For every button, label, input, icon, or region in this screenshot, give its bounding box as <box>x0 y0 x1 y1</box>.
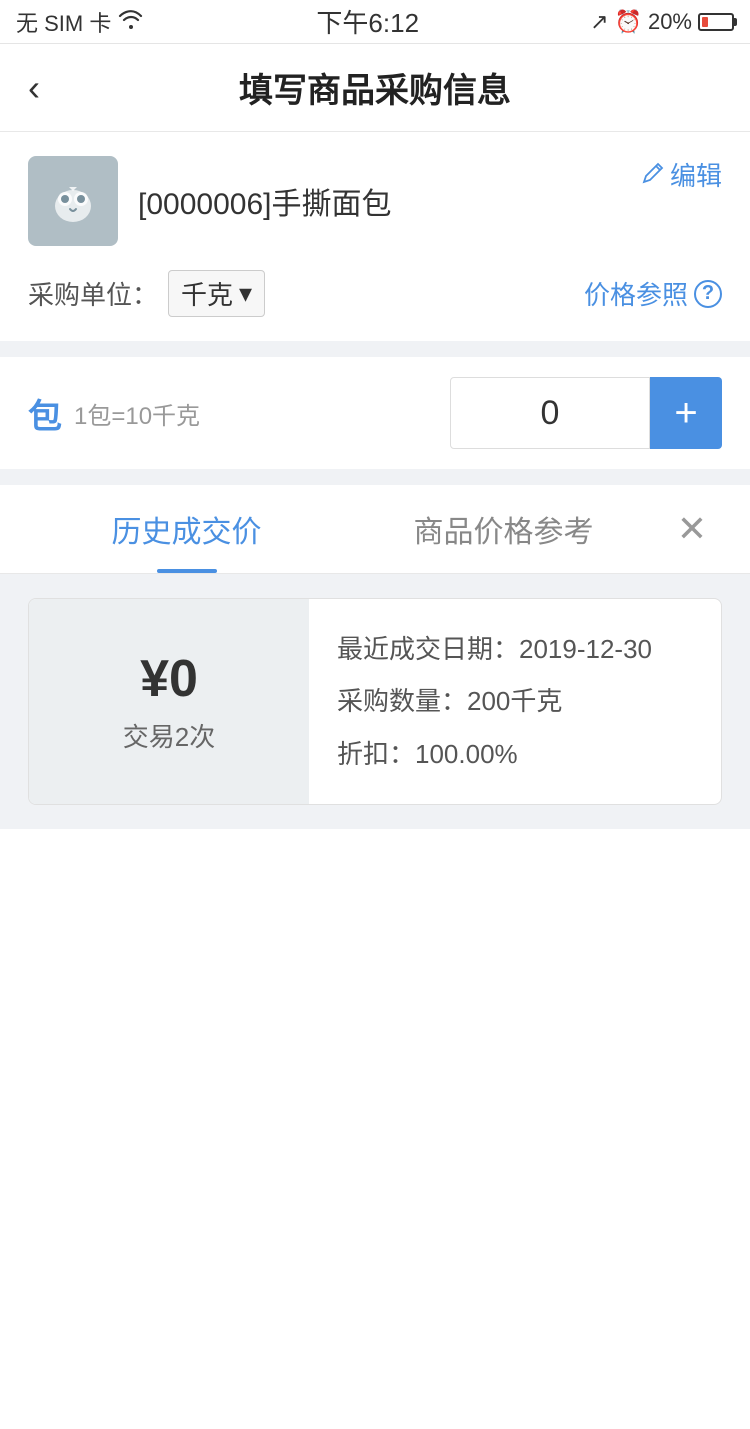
quantity-section: 包 1包=10千克 0 + <box>0 357 750 469</box>
dropdown-arrow-icon: ▾ <box>239 278 252 309</box>
history-last-date: 最近成交日期：2019-12-30 <box>337 631 693 667</box>
unit-value: 千克 <box>181 275 233 312</box>
page-title: 填写商品采购信息 <box>239 63 511 112</box>
nav-bar: ‹ 填写商品采购信息 <box>0 44 750 132</box>
edit-label: 编辑 <box>670 156 722 193</box>
unit-desc: 1包=10千克 <box>74 396 200 431</box>
history-detail-panel: 最近成交日期：2019-12-30 采购数量：200千克 折扣：100.00% <box>309 599 721 804</box>
status-left: 无 SIM 卡 <box>16 6 145 38</box>
unit-label: 采购单位： <box>28 275 158 312</box>
tabs-bar: 历史成交价 商品价格参考 ✕ <box>0 485 750 574</box>
edit-button[interactable]: 编辑 <box>640 156 722 193</box>
tab-price-ref-label: 商品价格参考 <box>414 507 594 551</box>
history-price-value: ¥0 <box>140 649 198 709</box>
wifi-icon <box>117 9 145 35</box>
status-bar: 无 SIM 卡 下午6:12 ↗ ⏰ 20% <box>0 0 750 44</box>
product-unit-row: 采购单位： 千克 ▾ 价格参照 ? <box>28 270 722 317</box>
section-separator <box>0 469 750 485</box>
quantity-right: 0 + <box>450 377 722 449</box>
main-content-area <box>0 829 750 1429</box>
status-right: ↗ ⏰ 20% <box>590 9 734 35</box>
history-card: ¥0 交易2次 最近成交日期：2019-12-30 采购数量：200千克 折扣：… <box>28 598 722 805</box>
status-time: 下午6:12 <box>316 3 419 40</box>
product-card: [0000006]手撕面包 编辑 采购单位： 千克 ▾ 价格参照 ? <box>0 132 750 341</box>
quantity-plus-button[interactable]: + <box>650 377 722 449</box>
history-trade-count: 交易2次 <box>123 717 215 754</box>
price-ref-button[interactable]: 价格参照 ? <box>584 275 722 312</box>
carrier-label: 无 SIM 卡 <box>16 6 111 38</box>
back-button[interactable]: ‹ <box>28 67 40 109</box>
unit-select[interactable]: 千克 ▾ <box>168 270 265 317</box>
quantity-input[interactable]: 0 <box>450 377 650 449</box>
product-thumbnail <box>28 156 118 246</box>
tabs-close-button[interactable]: ✕ <box>662 485 722 573</box>
quantity-left: 包 1包=10千克 <box>28 389 200 438</box>
product-name: [0000006]手撕面包 <box>138 179 391 223</box>
product-header: [0000006]手撕面包 编辑 <box>28 156 722 246</box>
tab-price-ref[interactable]: 商品价格参考 <box>345 485 662 573</box>
unit-badge: 包 <box>28 389 62 438</box>
battery-pct-label: 20% <box>648 9 692 35</box>
history-discount: 折扣：100.00% <box>337 736 693 772</box>
battery-icon <box>698 13 734 31</box>
price-ref-label: 价格参照 <box>584 275 688 312</box>
location-icon: ↗ <box>590 9 608 35</box>
history-purchase-qty: 采购数量：200千克 <box>337 683 693 719</box>
tab-history-price[interactable]: 历史成交价 <box>28 485 345 573</box>
price-ref-hint-icon: ? <box>694 280 722 308</box>
history-price-panel: ¥0 交易2次 <box>29 599 309 804</box>
product-left: [0000006]手撕面包 <box>28 156 391 246</box>
alarm-icon: ⏰ <box>615 9 642 35</box>
tab-active-underline <box>157 569 217 573</box>
tab-history-label: 历史成交价 <box>112 507 262 551</box>
